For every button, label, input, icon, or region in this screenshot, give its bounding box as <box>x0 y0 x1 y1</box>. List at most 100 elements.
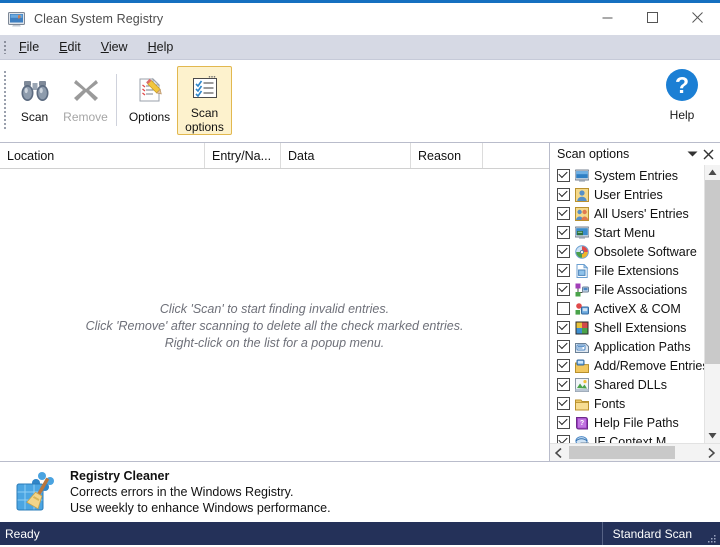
vertical-scroll-track[interactable] <box>705 180 720 428</box>
scan-option-row[interactable]: Obsolete Software <box>550 242 704 261</box>
scan-option-row[interactable]: User Entries <box>550 185 704 204</box>
window-title: Clean System Registry <box>34 12 164 26</box>
scan-options-title: Scan options <box>557 147 630 161</box>
info-panel-text: Registry Cleaner Corrects errors in the … <box>70 468 331 516</box>
scan-option-label: File Associations <box>594 282 688 297</box>
scan-option-checkbox[interactable] <box>557 245 570 258</box>
chevron-down-icon[interactable] <box>684 145 700 163</box>
scan-option-row[interactable]: Application Paths <box>550 337 704 356</box>
scan-option-checkbox[interactable] <box>557 207 570 220</box>
scan-option-checkbox[interactable] <box>557 302 570 315</box>
question-circle-icon: ? <box>665 68 699 105</box>
results-list-pane: Location Entry/Na... Data Reason Click '… <box>0 143 549 461</box>
column-header-location[interactable]: Location <box>0 143 205 168</box>
scan-options-horizontal-scrollbar[interactable] <box>550 443 720 461</box>
scan-option-row[interactable]: Start Menu <box>550 223 704 242</box>
column-header-row: Location Entry/Na... Data Reason <box>0 143 549 169</box>
status-message: Ready <box>5 526 40 541</box>
scan-option-label: Application Paths <box>594 339 691 354</box>
vertical-scroll-thumb[interactable] <box>705 180 720 364</box>
application-path-icon <box>575 340 589 354</box>
monitor-blue-icon <box>574 169 590 183</box>
binoculars-icon <box>20 75 50 105</box>
menu-grip-handle[interactable] <box>0 35 9 59</box>
close-icon[interactable] <box>700 145 716 163</box>
scan-option-checkbox[interactable] <box>557 397 570 410</box>
scroll-right-icon[interactable] <box>703 447 720 458</box>
hint-line-1: Click 'Scan' to start finding invalid en… <box>159 302 390 316</box>
scan-option-row[interactable]: Fonts <box>550 394 704 413</box>
scan-option-checkbox[interactable] <box>557 321 570 334</box>
scan-option-row[interactable]: Shared DLLs <box>550 375 704 394</box>
scan-option-row[interactable]: Add/Remove Entries <box>550 356 704 375</box>
title-bar: Clean System Registry <box>0 0 720 35</box>
help-button[interactable]: ? Help <box>654 68 710 122</box>
svg-text:?: ? <box>580 420 584 427</box>
scan-option-label: All Users' Entries <box>594 206 689 221</box>
menu-item-edit[interactable]: Edit <box>49 38 91 56</box>
column-header-data[interactable]: Data <box>281 143 411 168</box>
scan-option-row[interactable]: ActiveX & COM <box>550 299 704 318</box>
scan-option-checkbox[interactable] <box>557 283 570 296</box>
menu-item-view[interactable]: View <box>91 38 138 56</box>
scan-button[interactable]: Scan <box>9 66 60 135</box>
scan-option-checkbox[interactable] <box>557 188 570 201</box>
remove-button[interactable]: Remove <box>60 66 111 135</box>
close-button[interactable] <box>675 3 720 32</box>
scan-option-checkbox[interactable] <box>557 226 570 239</box>
maximize-button[interactable] <box>630 3 675 32</box>
user-icon <box>575 187 589 202</box>
menu-bar: File Edit View Help <box>0 35 720 60</box>
scan-option-checkbox[interactable] <box>557 435 570 443</box>
scan-option-checkbox[interactable] <box>557 340 570 353</box>
column-header-entry-name[interactable]: Entry/Na... <box>205 143 281 168</box>
scroll-down-icon[interactable] <box>705 428 720 443</box>
options-button[interactable]: Options <box>122 66 177 135</box>
registry-cleaner-broom-icon <box>14 470 58 514</box>
info-panel: Registry Cleaner Corrects errors in the … <box>0 461 720 522</box>
results-list-body[interactable]: Click 'Scan' to start finding invalid en… <box>0 169 549 461</box>
info-panel-line-1: Corrects errors in the Windows Registry. <box>70 485 294 499</box>
scan-option-checkbox[interactable] <box>557 169 570 182</box>
scan-option-row[interactable]: All Users' Entries <box>550 204 704 223</box>
hint-line-3: Right-click on the list for a popup menu… <box>164 336 385 350</box>
scan-option-label: Shared DLLs <box>594 377 667 392</box>
scan-options-list[interactable]: System Entries User Entries All Users' Ent… <box>550 165 704 443</box>
ie-context-menu-icon <box>575 435 589 443</box>
monitor-icon <box>8 11 25 27</box>
column-header-reason[interactable]: Reason <box>411 143 483 168</box>
horizontal-scroll-track[interactable] <box>567 446 703 459</box>
scan-option-row[interactable]: IE Context M... <box>550 432 704 443</box>
scan-options-button[interactable]: Scan options <box>177 66 232 135</box>
file-extension-icon <box>575 262 589 278</box>
scan-options-button-label-line2: options <box>185 120 224 134</box>
info-panel-title: Registry Cleaner <box>70 469 170 483</box>
scan-option-row[interactable]: Shell Extensions <box>550 318 704 337</box>
menu-item-help[interactable]: Help <box>138 38 184 56</box>
scan-option-checkbox[interactable] <box>557 378 570 391</box>
window-controls <box>585 3 720 32</box>
users-group-icon <box>575 206 589 221</box>
help-file-icon: ? <box>575 416 589 430</box>
resize-grip-icon[interactable] <box>702 521 720 547</box>
scan-option-label: ActiveX & COM <box>594 301 681 316</box>
scan-option-label: Add/Remove Entries <box>594 358 704 373</box>
scan-option-label: Help File Paths <box>594 415 679 430</box>
scan-option-checkbox[interactable] <box>557 264 570 277</box>
scan-option-label: IE Context M... <box>594 434 677 444</box>
scan-option-row[interactable]: File Associations <box>550 280 704 299</box>
horizontal-scroll-thumb[interactable] <box>569 446 676 459</box>
scan-option-row[interactable]: ? Help File Paths <box>550 413 704 432</box>
scan-options-vertical-scrollbar[interactable] <box>704 165 720 443</box>
scan-option-checkbox[interactable] <box>557 416 570 429</box>
scan-option-row[interactable]: System Entries <box>550 166 704 185</box>
scroll-left-icon[interactable] <box>550 447 567 458</box>
x-cross-icon <box>72 75 100 105</box>
options-button-label: Options <box>128 110 171 124</box>
toolbar-grip-handle[interactable] <box>0 60 9 142</box>
menu-item-file[interactable]: File <box>9 38 49 56</box>
minimize-button[interactable] <box>585 3 630 32</box>
scan-option-checkbox[interactable] <box>557 359 570 372</box>
scroll-up-icon[interactable] <box>705 165 720 180</box>
scan-option-row[interactable]: File Extensions <box>550 261 704 280</box>
